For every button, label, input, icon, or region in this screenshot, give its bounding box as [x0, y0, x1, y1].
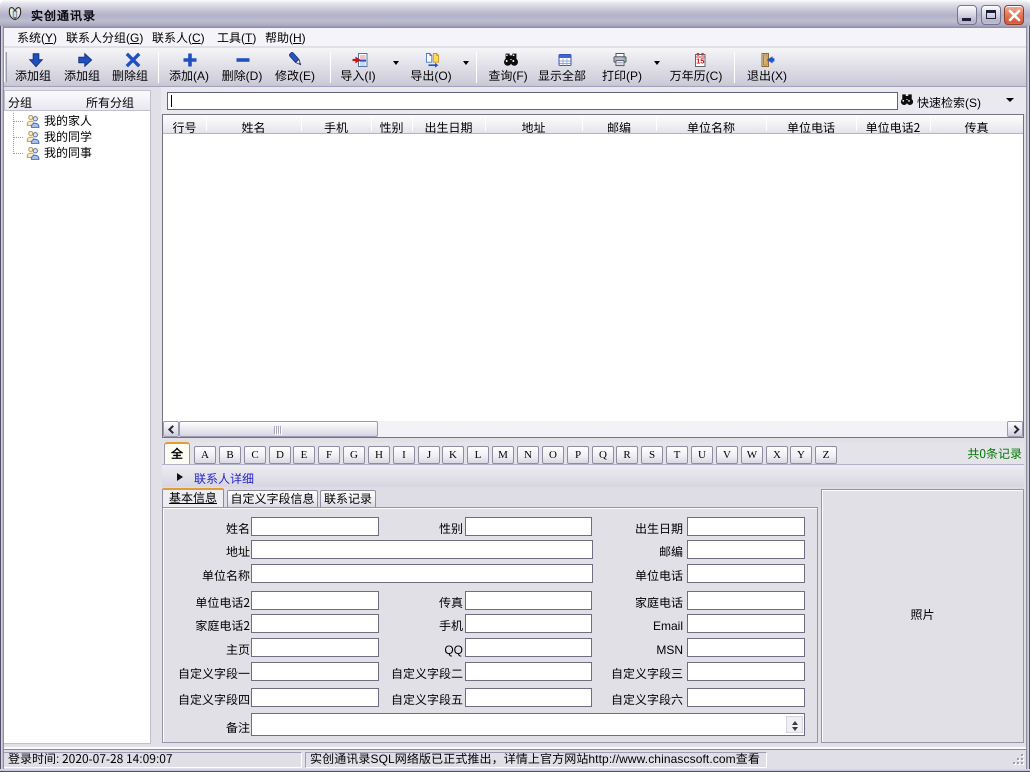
svg-text:15: 15	[696, 57, 704, 66]
